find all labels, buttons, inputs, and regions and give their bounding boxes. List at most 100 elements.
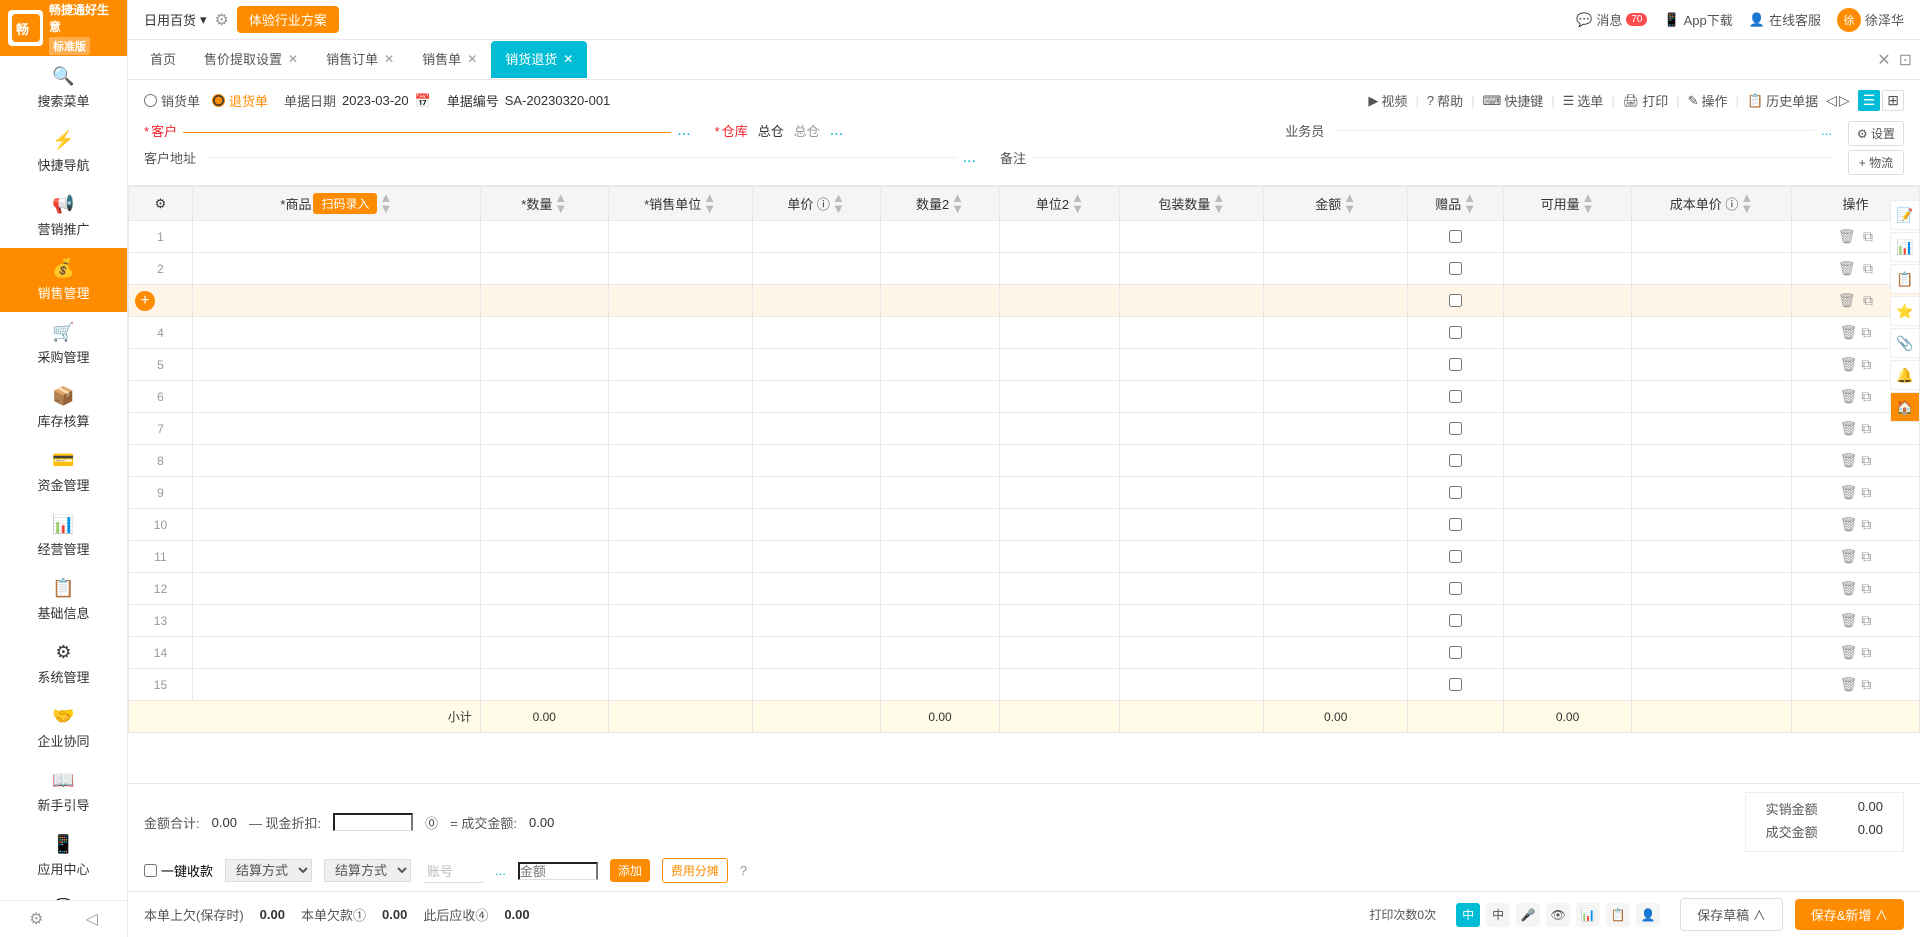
delete-row-13[interactable]: 🗑 <box>1840 612 1858 628</box>
gift-check-14[interactable] <box>1449 646 1462 659</box>
tab-price-setting[interactable]: 售价提取设置 ✕ <box>190 41 312 78</box>
tab-sales-close[interactable]: ✕ <box>467 52 477 66</box>
gift-check-5[interactable] <box>1449 358 1462 371</box>
tool-icon-3[interactable]: 🎤 <box>1516 903 1540 927</box>
gift-check-12[interactable] <box>1449 582 1462 595</box>
qty-cell-1[interactable] <box>480 221 608 253</box>
amount-cell-2[interactable] <box>1264 253 1408 285</box>
discount-input[interactable] <box>333 813 413 831</box>
warehouse-select-icon[interactable]: ... <box>830 122 843 140</box>
gift-check-7[interactable] <box>1449 422 1462 435</box>
table-settings-icon[interactable]: ⚙ <box>155 196 167 211</box>
next-doc-arrow[interactable]: ▷ <box>1839 92 1850 109</box>
right-icon-list[interactable]: 📋 <box>1890 264 1920 294</box>
unit-cell-2[interactable] <box>608 253 752 285</box>
payment-amount-input[interactable] <box>518 862 598 880</box>
note-input[interactable] <box>1032 157 1832 158</box>
right-icon-bell[interactable]: 🔔 <box>1890 360 1920 390</box>
gift-cell-2[interactable] <box>1408 253 1504 285</box>
copy-row-14[interactable]: ⧉ <box>1861 644 1871 660</box>
copy-row-7[interactable]: ⧉ <box>1861 420 1871 436</box>
shortcut-action[interactable]: ⌨ 快捷键 <box>1482 91 1543 110</box>
product-cell-1[interactable] <box>192 221 480 253</box>
price-cell-2[interactable] <box>752 253 880 285</box>
delete-row-12[interactable]: 🗑 <box>1840 580 1858 596</box>
delete-row-4[interactable]: 🗑 <box>1840 324 1858 340</box>
calendar-icon[interactable]: 📅 <box>415 93 431 109</box>
sidebar-item-shortcuts[interactable]: ⚡ 快捷导航 <box>0 120 127 184</box>
header-settings-icon[interactable]: ⚙ <box>215 10 229 30</box>
gift-check-10[interactable] <box>1449 518 1462 531</box>
right-icon-link[interactable]: 📎 <box>1890 328 1920 358</box>
gift-check-13[interactable] <box>1449 614 1462 627</box>
customer-select-icon[interactable]: ... <box>677 122 690 140</box>
copy-row-3[interactable]: ⧉ <box>1863 292 1873 308</box>
delete-row-14[interactable]: 🗑 <box>1840 644 1858 660</box>
unit2-cell-3[interactable] <box>1000 285 1120 317</box>
price-cell-1[interactable] <box>752 221 880 253</box>
copy-row-5[interactable]: ⧉ <box>1861 356 1871 372</box>
sidebar-item-basics[interactable]: 📋 基础信息 <box>0 568 127 632</box>
copy-row-13[interactable]: ⧉ <box>1861 612 1871 628</box>
delete-row-5[interactable]: 🗑 <box>1840 356 1858 372</box>
tool-icon-4[interactable]: 👁 <box>1546 903 1570 927</box>
right-icon-star[interactable]: ⭐ <box>1890 296 1920 326</box>
delete-row-11[interactable]: 🗑 <box>1840 548 1858 564</box>
user-item[interactable]: 徐 徐泽华 <box>1837 8 1904 32</box>
radio-return[interactable]: 退货单 <box>212 91 268 110</box>
customer-input[interactable] <box>183 128 671 133</box>
sidebar-item-inventory[interactable]: 📦 库存核算 <box>0 376 127 440</box>
gift-check-4[interactable] <box>1449 326 1462 339</box>
breadcrumb-select[interactable]: 日用百货 ▾ <box>144 10 207 29</box>
grid-view-icon[interactable]: ⊞ <box>1882 90 1904 111</box>
online-service-item[interactable]: 👤 在线客服 <box>1749 10 1821 29</box>
gift-check-15[interactable] <box>1449 678 1462 691</box>
gift-check-2[interactable] <box>1449 262 1462 275</box>
unit2-cell-2[interactable] <box>1000 253 1120 285</box>
sidebar-item-sales[interactable]: 💰 销售管理 <box>0 248 127 312</box>
expense-split-btn[interactable]: 费用分摊 <box>662 858 728 883</box>
tab-price-close[interactable]: ✕ <box>288 52 298 66</box>
prev-doc-arrow[interactable]: ◁ <box>1826 92 1837 109</box>
delete-row-10[interactable]: 🗑 <box>1840 516 1858 532</box>
delete-row-15[interactable]: 🗑 <box>1840 676 1858 692</box>
tab-return-close[interactable]: ✕ <box>563 52 573 66</box>
save-new-btn[interactable]: 保存&新增 ∧ <box>1795 899 1904 930</box>
copy-row-9[interactable]: ⧉ <box>1861 484 1871 500</box>
tab-home[interactable]: 首页 <box>136 41 190 78</box>
tab-sales-order-close[interactable]: ✕ <box>384 52 394 66</box>
price-cell-3[interactable] <box>752 285 880 317</box>
one-click-pay-input[interactable] <box>144 864 157 877</box>
sidebar-item-search[interactable]: 🔍 搜索菜单 <box>0 56 127 120</box>
copy-row-8[interactable]: ⧉ <box>1861 452 1871 468</box>
radio-return-input[interactable] <box>212 94 225 107</box>
summary-method-select[interactable]: 结算方式 <box>324 859 411 882</box>
tool-icon-6[interactable]: 📋 <box>1606 903 1630 927</box>
tab-sales-order[interactable]: 销售订单 ✕ <box>312 41 408 78</box>
copy-row-1[interactable]: ⧉ <box>1863 228 1873 244</box>
amount-cell-3[interactable] <box>1264 285 1408 317</box>
copy-row-10[interactable]: ⧉ <box>1861 516 1871 532</box>
tool-icon-1[interactable]: 中 <box>1456 903 1480 927</box>
history-action[interactable]: 📋 历史单据 <box>1747 91 1818 110</box>
account-dots[interactable]: ... <box>495 863 506 878</box>
radio-sale[interactable]: 销货单 <box>144 91 200 110</box>
staff-field-dots[interactable]: ... <box>1821 123 1832 138</box>
sidebar-item-purchase[interactable]: 🛒 采购管理 <box>0 312 127 376</box>
delete-row-1[interactable]: 🗑 <box>1838 228 1856 244</box>
add-payment-btn[interactable]: 添加 <box>610 859 650 882</box>
addr-placeholder[interactable] <box>206 157 957 158</box>
product-cell-3[interactable] <box>192 285 480 317</box>
product-input-3[interactable] <box>199 293 474 308</box>
delete-row-8[interactable]: 🗑 <box>1840 452 1858 468</box>
cost-cell-1[interactable] <box>1632 221 1792 253</box>
menu-action[interactable]: ☰ 选单 <box>1563 91 1604 110</box>
unit-cell-1[interactable] <box>608 221 752 253</box>
sidebar-item-wechat[interactable]: 💬 企业微信 <box>0 888 127 900</box>
sidebar-item-apps[interactable]: 📱 应用中心 <box>0 824 127 888</box>
tab-sales-return[interactable]: 销货退货 ✕ <box>491 41 587 78</box>
trial-btn[interactable]: 体验行业方案 <box>237 6 339 33</box>
cost-cell-3[interactable] <box>1632 285 1792 317</box>
cost-cell-2[interactable] <box>1632 253 1792 285</box>
tool-icon-5[interactable]: 📊 <box>1576 903 1600 927</box>
